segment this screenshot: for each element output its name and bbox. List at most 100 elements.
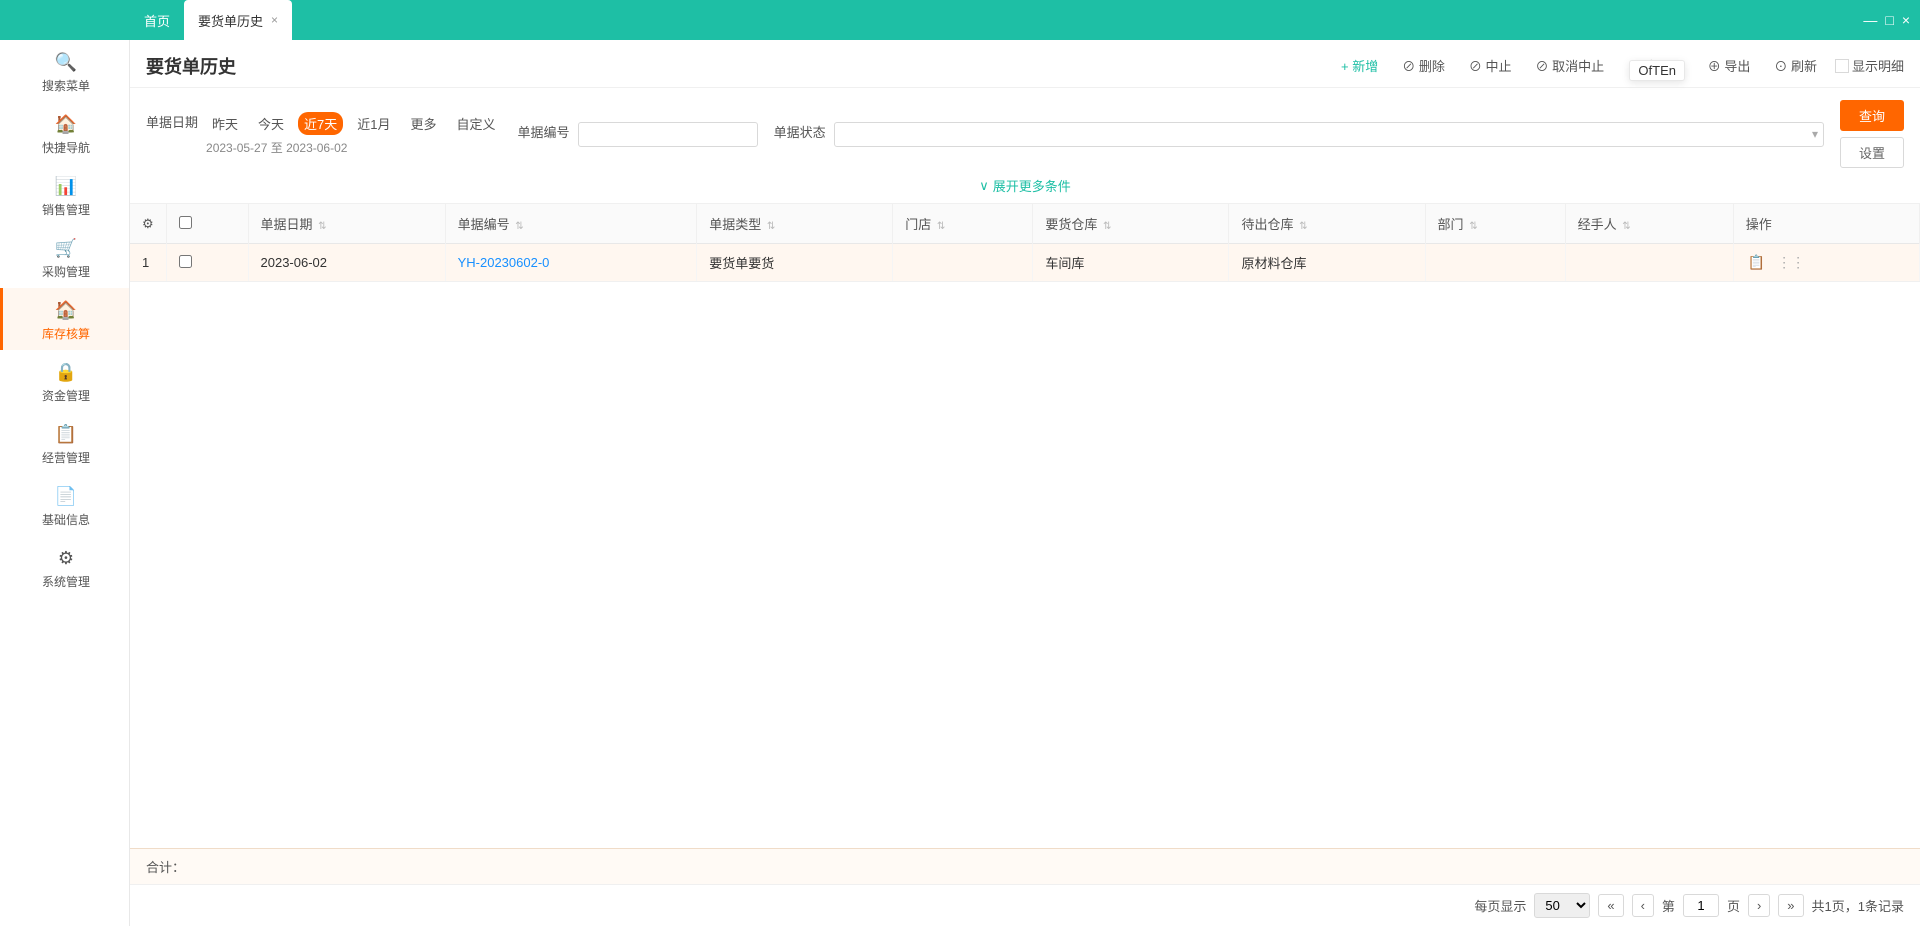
refresh-button[interactable]: ⊙ 刷新 (1768, 52, 1823, 79)
settings-button[interactable]: 设置 (1840, 137, 1904, 168)
date-option-7days[interactable]: 近7天 (298, 112, 343, 135)
cell-date: 2023-06-02 (248, 244, 445, 282)
sidebar-item-finance-label: 资金管理 (42, 387, 90, 404)
cancel-stop-button[interactable]: ⊘ 取消中止 (1529, 52, 1610, 79)
page-label: 第 (1662, 896, 1675, 915)
col-date-sort-icon[interactable]: ⇅ (318, 221, 326, 232)
col-store-sort-icon[interactable]: ⇅ (937, 221, 945, 232)
chevron-down-icon: ∨ (979, 178, 989, 194)
minimize-button[interactable]: — (1863, 12, 1877, 28)
row-checkbox[interactable] (179, 255, 192, 268)
sidebar-item-purchase-label: 采购管理 (42, 263, 90, 280)
status-select[interactable] (834, 122, 1824, 147)
filter-area: 单据日期 昨天 今天 近7天 近1月 更多 自定义 2023-05-27 至 2… (130, 88, 1920, 204)
sidebar-item-system[interactable]: ⚙ 系统管理 (0, 536, 129, 598)
page-suffix: 页 (1727, 896, 1740, 915)
often-badge-text: OfTEn (1638, 63, 1676, 78)
date-option-1month[interactable]: 近1月 (351, 112, 396, 135)
total-info: 共1页，1条记录 (1812, 896, 1904, 915)
col-department-label: 部门 (1438, 217, 1464, 232)
sidebar-item-nav[interactable]: 🏠 快捷导航 (0, 102, 129, 164)
tab-purchase-history[interactable]: 要货单历史 × (184, 0, 292, 40)
more-icon[interactable]: ⋮⋮ (1775, 252, 1807, 273)
filter-row-1: 单据日期 昨天 今天 近7天 近1月 更多 自定义 2023-05-27 至 2… (146, 100, 1904, 168)
col-department: 部门 ⇅ (1425, 204, 1565, 244)
sidebar-item-system-label: 系统管理 (42, 573, 90, 590)
sidebar-item-inventory[interactable]: 🏠 库存核算 (0, 288, 129, 350)
col-department-sort-icon[interactable]: ⇅ (1469, 221, 1477, 232)
display-detail-checkbox[interactable] (1835, 59, 1849, 73)
prev-page-button[interactable]: ‹ (1632, 894, 1654, 917)
col-doctype: 单据类型 ⇅ (697, 204, 893, 244)
tab-close-icon[interactable]: × (271, 13, 278, 27)
col-handler-sort-icon[interactable]: ⇅ (1622, 221, 1630, 232)
settings-icon[interactable]: ⚙ (142, 216, 154, 231)
new-button[interactable]: + 新增 (1335, 52, 1384, 79)
new-button-label: + 新增 (1341, 56, 1378, 75)
status-select-wrapper (834, 122, 1824, 147)
export-button-label: ⊕ 导出 (1708, 56, 1751, 75)
sidebar-item-nav-label: 快捷导航 (42, 139, 90, 156)
sidebar-item-sales-label: 销售管理 (42, 201, 90, 218)
row-index: 1 (142, 255, 149, 270)
cell-checkbox (166, 244, 248, 282)
often-badge: OfTEn (1629, 60, 1685, 81)
col-warehouse-sort-icon[interactable]: ⇅ (1103, 221, 1111, 232)
tab-home[interactable]: 首页 (130, 0, 184, 40)
docnum-input[interactable] (578, 122, 758, 147)
col-date-label: 单据日期 (261, 217, 313, 232)
select-all-checkbox[interactable] (179, 216, 192, 229)
sidebar-item-purchase[interactable]: 🛒 采购管理 (0, 226, 129, 288)
docnum-link[interactable]: YH-20230602-0 (458, 255, 550, 270)
search-icon: 🔍 (55, 52, 77, 73)
docnum-filter-label: 单据编号 (518, 122, 570, 141)
expand-more-button[interactable]: ∨ 展开更多条件 (146, 176, 1904, 195)
col-docnum-label: 单据编号 (458, 217, 510, 232)
col-docnum-sort-icon[interactable]: ⇅ (515, 221, 523, 232)
sidebar-item-basics-label: 基础信息 (42, 511, 90, 528)
sidebar-item-basics[interactable]: 📄 基础信息 (0, 474, 129, 536)
date-option-yesterday[interactable]: 昨天 (206, 112, 244, 135)
col-doctype-sort-icon[interactable]: ⇅ (767, 221, 775, 232)
operations-icon: 📋 (55, 424, 77, 445)
maximize-button[interactable]: □ (1885, 12, 1893, 28)
first-page-button[interactable]: « (1598, 894, 1623, 917)
delete-button[interactable]: ⊘ 删除 (1396, 52, 1451, 79)
sidebar-item-search-label: 搜索菜单 (42, 77, 90, 94)
purchase-icon: 🛒 (55, 238, 77, 259)
date-filter-col: 昨天 今天 近7天 近1月 更多 自定义 2023-05-27 至 2023-0… (206, 112, 502, 156)
toolbar: + 新增 ⊘ 删除 ⊘ 中止 ⊘ 取消中止 🖨 打印 ▾ ⊕ 导出 (1335, 52, 1904, 79)
window-close-button[interactable]: × (1902, 12, 1910, 28)
col-handler-label: 经手人 (1578, 217, 1617, 232)
sidebar-item-sales[interactable]: 📊 销售管理 (0, 164, 129, 226)
col-warehouse: 要货仓库 ⇅ (1033, 204, 1229, 244)
sidebar-item-operations[interactable]: 📋 经营管理 (0, 412, 129, 474)
page-input[interactable] (1683, 894, 1719, 917)
display-detail-button[interactable]: 显示明细 (1835, 56, 1904, 75)
status-filter-label: 单据状态 (774, 122, 826, 141)
sidebar-item-search[interactable]: 🔍 搜索菜单 (0, 40, 129, 102)
col-checkbox (166, 204, 248, 244)
col-docnum: 单据编号 ⇅ (445, 204, 697, 244)
export-button[interactable]: ⊕ 导出 (1702, 52, 1757, 79)
table-area: ⚙ 单据日期 ⇅ 单据编号 ⇅ (130, 204, 1920, 848)
finance-icon: 🔒 (55, 362, 77, 383)
col-settings: ⚙ (130, 204, 166, 244)
date-option-custom[interactable]: 自定义 (451, 112, 502, 135)
cell-store (893, 244, 1033, 282)
search-button[interactable]: 查询 (1840, 100, 1904, 131)
date-filter-label: 单据日期 (146, 112, 198, 131)
date-option-more[interactable]: 更多 (405, 112, 443, 135)
stop-button[interactable]: ⊘ 中止 (1463, 52, 1518, 79)
edit-icon[interactable]: 📋 (1746, 252, 1767, 273)
per-page-select[interactable]: 50 10 20 100 (1534, 893, 1590, 918)
date-option-today[interactable]: 今天 (252, 112, 290, 135)
col-date: 单据日期 ⇅ (248, 204, 445, 244)
next-page-button[interactable]: › (1748, 894, 1770, 917)
content-area: 要货单历史 + 新增 ⊘ 删除 ⊘ 中止 ⊘ 取消中止 🖨 打印 ▾ (130, 40, 1920, 926)
cell-index: 1 (130, 244, 166, 282)
last-page-button[interactable]: » (1778, 894, 1803, 917)
window-controls: — □ × (1863, 12, 1920, 28)
col-pending-warehouse-sort-icon[interactable]: ⇅ (1299, 221, 1307, 232)
sidebar-item-finance[interactable]: 🔒 资金管理 (0, 350, 129, 412)
